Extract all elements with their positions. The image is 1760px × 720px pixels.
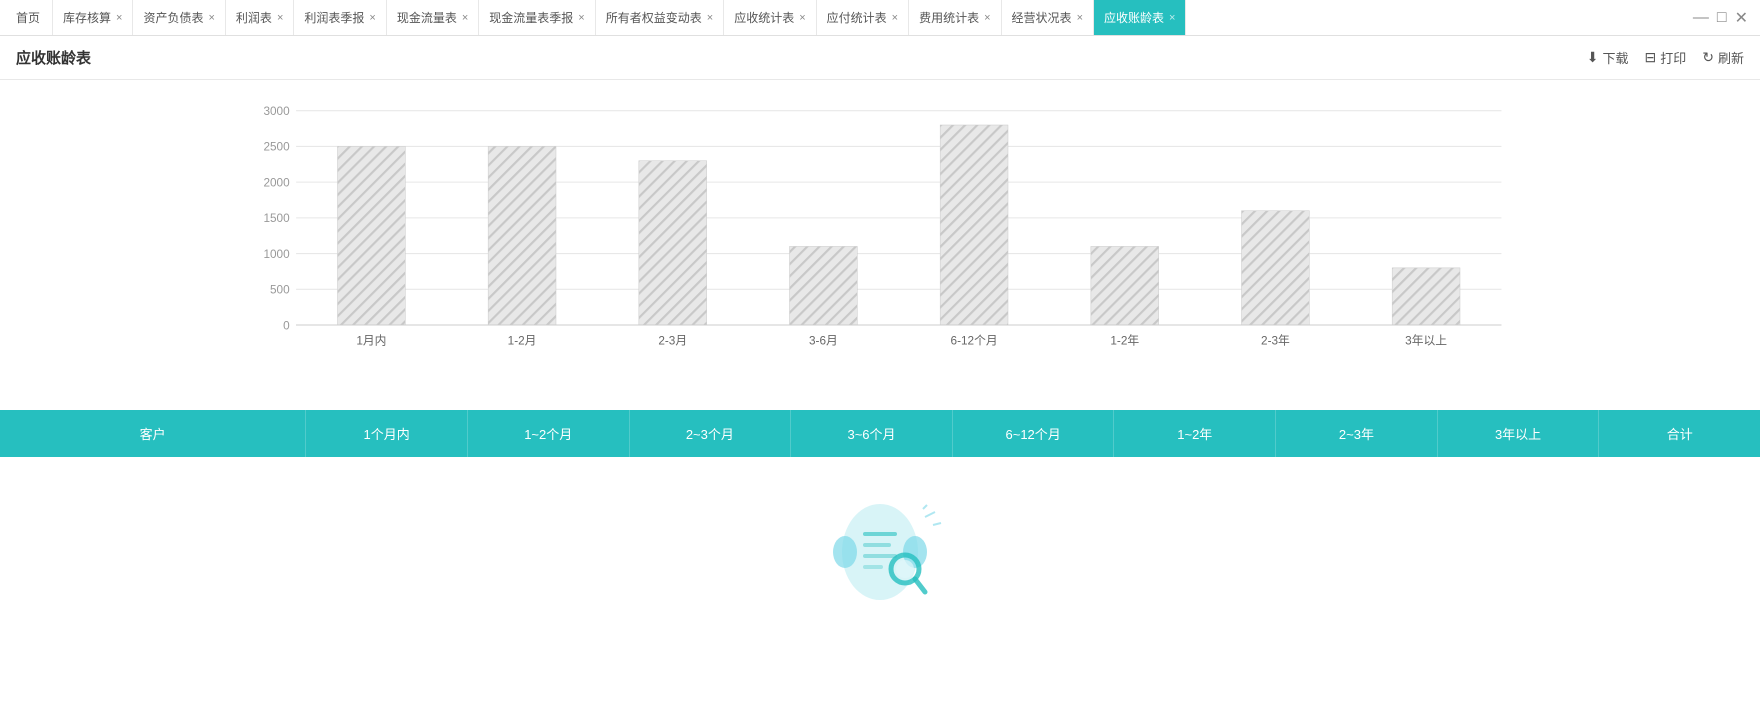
svg-text:3-6月: 3-6月 (809, 334, 838, 347)
tab-close-icon[interactable]: × (799, 12, 805, 24)
tab-profit_quarterly[interactable]: 利润表季报 × (294, 0, 386, 36)
svg-text:3000: 3000 (263, 105, 290, 118)
tab-label: 应付统计表 (827, 9, 887, 26)
tab-close-icon[interactable]: × (1169, 12, 1175, 24)
svg-text:2500: 2500 (263, 141, 290, 154)
tab-label: 资产负债表 (143, 9, 203, 26)
tab-label: 所有者权益变动表 (606, 9, 702, 26)
svg-text:2-3年: 2-3年 (1261, 333, 1290, 347)
empty-state (0, 457, 1760, 647)
tab-ar_stats[interactable]: 应收统计表 × (724, 0, 816, 36)
main-content: 0 500 1000 1500 2000 2500 3000 1月内 1-2月 2-3月 3-6月 6… (0, 80, 1760, 720)
page-header: 应收账龄表 ⬇ 下载 ⊟ 打印 ↻ 刷新 (0, 36, 1760, 80)
tab-label: 费用统计表 (919, 9, 979, 26)
tab-label: 应收统计表 (734, 9, 794, 26)
tab-label: 利润表 (236, 9, 272, 26)
print-label: 打印 (1660, 48, 1686, 67)
tab-label: 库存核算 (63, 9, 111, 26)
minimize-icon[interactable]: — (1693, 9, 1709, 27)
download-label: 下载 (1602, 48, 1628, 67)
tab-close-icon[interactable]: × (1077, 12, 1083, 24)
bar-chart: 0 500 1000 1500 2000 2500 3000 1月内 1-2月 2-3月 3-6月 6… (40, 100, 1720, 400)
tab-close-icon[interactable]: × (462, 12, 468, 24)
tab-label: 利润表季报 (304, 9, 364, 26)
tab-bar: 首页 库存核算×资产负债表×利润表×利润表季报×现金流量表×现金流量表季报×所有… (0, 0, 1760, 36)
tab-label: 应收账龄表 (1104, 9, 1164, 26)
tab-bar-actions: — □ ✕ (1685, 8, 1756, 28)
refresh-icon: ↻ (1702, 49, 1714, 66)
table-header-col-6: 1~2年 (1114, 410, 1276, 457)
chart-container: 0 500 1000 1500 2000 2500 3000 1月内 1-2月 2-3月 3-6月 6… (40, 100, 1720, 400)
tab-cashflow[interactable]: 现金流量表 × (387, 0, 479, 36)
tab-close-icon[interactable]: × (208, 12, 214, 24)
table-header: 客户1个月内1~2个月2~3个月3~6个月6~12个月1~2年2~3年3年以上合… (0, 410, 1760, 457)
svg-text:3年以上: 3年以上 (1405, 333, 1447, 347)
svg-text:500: 500 (270, 284, 290, 297)
close-window-icon[interactable]: ✕ (1735, 8, 1748, 28)
tab-home-label: 首页 (16, 9, 40, 26)
tab-close-icon[interactable]: × (116, 12, 122, 24)
tab-ap_stats[interactable]: 应付统计表 × (817, 0, 909, 36)
table-header-col-7: 2~3年 (1276, 410, 1438, 457)
tab-label: 经营状况表 (1012, 9, 1072, 26)
svg-text:1000: 1000 (263, 248, 290, 261)
svg-text:2-3月: 2-3月 (658, 334, 687, 347)
tab-equity_changes[interactable]: 所有者权益变动表 × (596, 0, 724, 36)
download-button[interactable]: ⬇ 下载 (1587, 48, 1629, 67)
table-header-col-4: 3~6个月 (791, 410, 953, 457)
table-header-col-8: 3年以上 (1438, 410, 1600, 457)
svg-text:1-2年: 1-2年 (1110, 333, 1139, 347)
page-title: 应收账龄表 (16, 47, 91, 68)
svg-text:0: 0 (283, 319, 290, 332)
chart-area: 0 500 1000 1500 2000 2500 3000 1月内 1-2月 2-3月 3-6月 6… (0, 80, 1760, 410)
empty-state-icon (815, 497, 945, 607)
tab-expense_stats[interactable]: 费用统计表 × (909, 0, 1001, 36)
page-actions: ⬇ 下载 ⊟ 打印 ↻ 刷新 (1587, 48, 1744, 67)
tab-label: 现金流量表 (397, 9, 457, 26)
table-header-col-0: 客户 (0, 410, 306, 457)
svg-text:6-12个月: 6-12个月 (951, 334, 998, 347)
tab-cashflow_quarterly[interactable]: 现金流量表季报 × (479, 0, 595, 36)
table-header-col-3: 2~3个月 (630, 410, 792, 457)
tab-ar_aging[interactable]: 应收账龄表 × (1094, 0, 1186, 36)
maximize-icon[interactable]: □ (1717, 9, 1727, 27)
table-header-col-5: 6~12个月 (953, 410, 1115, 457)
tab-home[interactable]: 首页 (4, 0, 53, 36)
svg-text:1500: 1500 (263, 212, 290, 225)
print-button[interactable]: ⊟ 打印 (1645, 48, 1687, 67)
tab-close-icon[interactable]: × (578, 12, 584, 24)
refresh-button[interactable]: ↻ 刷新 (1702, 48, 1744, 67)
tab-profit[interactable]: 利润表 × (226, 0, 294, 36)
table-header-col-2: 1~2个月 (468, 410, 630, 457)
tab-label: 现金流量表季报 (489, 9, 573, 26)
tab-close-icon[interactable]: × (277, 12, 283, 24)
svg-text:2000: 2000 (263, 176, 290, 189)
tab-operations[interactable]: 经营状况表 × (1002, 0, 1094, 36)
table-header-col-1: 1个月内 (306, 410, 468, 457)
svg-text:1-2月: 1-2月 (508, 334, 537, 347)
refresh-label: 刷新 (1718, 48, 1744, 67)
download-icon: ⬇ (1587, 49, 1599, 66)
table-header-col-9: 合计 (1599, 410, 1760, 457)
tab-close-icon[interactable]: × (984, 12, 990, 24)
tab-inventory[interactable]: 库存核算 × (53, 0, 133, 36)
tab-close-icon[interactable]: × (369, 12, 375, 24)
tab-close-icon[interactable]: × (707, 12, 713, 24)
tab-balance_sheet[interactable]: 资产负债表 × (133, 0, 225, 36)
svg-text:1月内: 1月内 (356, 333, 386, 347)
tab-close-icon[interactable]: × (892, 12, 898, 24)
print-icon: ⊟ (1645, 49, 1657, 66)
